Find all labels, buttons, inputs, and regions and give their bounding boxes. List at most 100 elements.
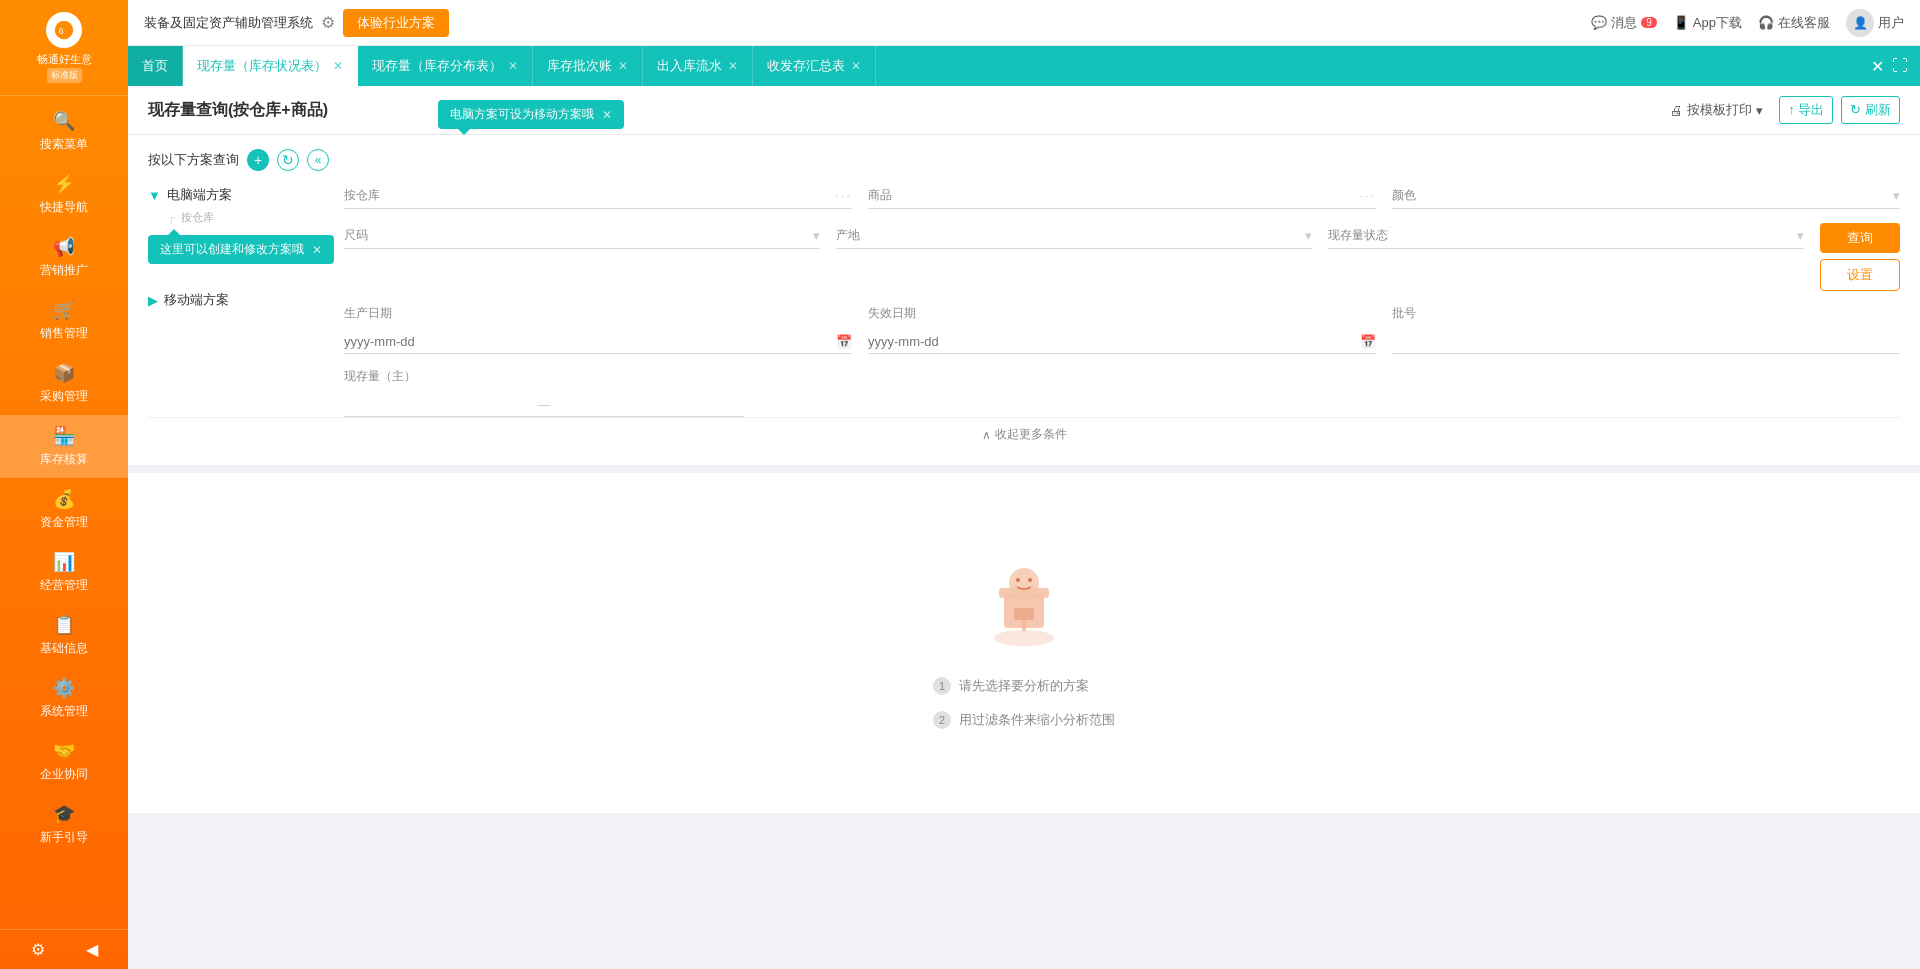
origin-dropdown-icon[interactable]: ▾ — [1305, 228, 1312, 243]
origin-input-row: 产地 ▾ — [836, 223, 1312, 249]
username-label: 用户 — [1878, 14, 1904, 32]
tab-close-icon[interactable]: ✕ — [333, 59, 343, 73]
sidebar-bottom: ⚙ ◀ — [0, 929, 128, 969]
fullscreen-icon[interactable]: ⛶ — [1892, 57, 1908, 75]
filter-back-button[interactable]: « — [307, 149, 329, 171]
stock-main-input-row: — — [344, 393, 744, 417]
sidebar-item-label: 库存核算 — [40, 451, 88, 468]
goods-dots: ··· — [1359, 188, 1376, 203]
sidebar-item-purchase[interactable]: 📦 采购管理 — [0, 352, 128, 415]
settings-gear-icon[interactable]: ⚙ — [321, 13, 335, 32]
app-download-label: App下载 — [1693, 14, 1742, 32]
tooltip-close-icon[interactable]: ✕ — [602, 108, 612, 122]
page-header: 现存量查询(按仓库+商品) 🖨 按模板打印 ▾ ↑ 导出 ↻ 刷新 — [128, 86, 1920, 135]
tooltip2-close-icon[interactable]: ✕ — [312, 243, 322, 257]
sidebar-item-inventory[interactable]: 🏪 库存核算 — [0, 415, 128, 478]
app-download-button[interactable]: 📱 App下载 — [1673, 14, 1742, 32]
pc-scheme-label: 电脑端方案 — [167, 186, 232, 204]
expiry-date-input[interactable] — [868, 334, 1360, 349]
filter-add-button[interactable]: + — [247, 149, 269, 171]
main-area: 装备及固定资产辅助管理系统 ⚙ 体验行业方案 💬 消息 9 📱 App下载 🎧 … — [128, 0, 1920, 969]
svg-point-6 — [1016, 578, 1020, 582]
search-button[interactable]: 查询 — [1820, 223, 1900, 253]
sidebar-item-nav[interactable]: ⚡ 快捷导航 — [0, 163, 128, 226]
sidebar-item-finance[interactable]: 💰 资金管理 — [0, 478, 128, 541]
sidebar-item-sales[interactable]: 🛒 销售管理 — [0, 289, 128, 352]
sidebar-item-label: 新手引导 — [40, 829, 88, 846]
tab-inventory-status[interactable]: 现存量（库存状况表） ✕ — [183, 46, 358, 86]
batch-input[interactable] — [1392, 334, 1900, 349]
guide-icon: 🎓 — [53, 803, 75, 825]
empty-illustration — [974, 553, 1074, 653]
sidebar-item-label: 基础信息 — [40, 640, 88, 657]
size-dropdown-icon[interactable]: ▾ — [813, 228, 820, 243]
warehouse-input-row: 按仓库 ··· — [344, 183, 852, 209]
mobile-scheme-item[interactable]: ┌ 按仓库 — [148, 207, 328, 228]
svg-point-5 — [1009, 568, 1039, 598]
sidebar-item-operations[interactable]: 📊 经营管理 — [0, 541, 128, 604]
sidebar-item-system[interactable]: ⚙️ 系统管理 — [0, 667, 128, 730]
expiry-date-label: 失效日期 — [868, 305, 1376, 322]
tab-close-icon[interactable]: ✕ — [728, 59, 738, 73]
batch-field: 批号 — [1392, 305, 1900, 354]
stock-main-to-input[interactable] — [564, 397, 744, 412]
warehouse-dots: ··· — [835, 188, 852, 203]
reset-button[interactable]: 设置 — [1820, 259, 1900, 291]
phone-icon: 📱 — [1673, 15, 1689, 30]
settings-icon[interactable]: ⚙ — [31, 940, 45, 959]
export-label: 导出 — [1798, 102, 1824, 117]
sidebar-item-label: 系统管理 — [40, 703, 88, 720]
sidebar-item-guide[interactable]: 🎓 新手引导 — [0, 793, 128, 856]
warehouse-label-small: 按仓库 — [181, 210, 214, 225]
system-title: 装备及固定资产辅助管理系统 — [144, 14, 313, 32]
tab-close-icon[interactable]: ✕ — [618, 59, 628, 73]
solution-button[interactable]: 体验行业方案 — [343, 9, 449, 37]
sidebar-item-label: 企业协同 — [40, 766, 88, 783]
mobile-scheme-group[interactable]: ▶ 移动端方案 — [148, 288, 328, 312]
stock-main-label: 现存量（主） — [344, 368, 744, 385]
production-date-input[interactable] — [344, 334, 836, 349]
empty-step-2: 2 用过滤条件来缩小分析范围 — [933, 707, 1115, 733]
app-name: 畅通好生意 — [37, 52, 92, 66]
stock-main-from-input[interactable] — [344, 397, 524, 412]
empty-state: 1 请先选择要分析的方案 2 用过滤条件来缩小分析范围 — [128, 473, 1920, 813]
tab-inout-flow[interactable]: 出入库流水 ✕ — [643, 46, 753, 86]
sidebar-item-search[interactable]: 🔍 搜索菜单 — [0, 100, 128, 163]
collapse-bar[interactable]: ∧ 收起更多条件 — [148, 417, 1900, 451]
logo-icon: 6 — [46, 12, 82, 48]
collapse-icon[interactable]: ◀ — [86, 940, 98, 959]
message-button[interactable]: 💬 消息 9 — [1591, 14, 1657, 32]
pc-scheme-item[interactable]: ▼ 电脑端方案 — [148, 183, 328, 207]
filter-refresh-button[interactable]: ↻ — [277, 149, 299, 171]
tab-batch[interactable]: 库存批次账 ✕ — [533, 46, 643, 86]
enterprise-icon: 🤝 — [53, 740, 75, 762]
sidebar-item-enterprise[interactable]: 🤝 企业协同 — [0, 730, 128, 793]
filter-row-3: 生产日期 📅 失效日期 📅 — [344, 305, 1900, 354]
sales-icon: 🛒 — [53, 299, 75, 321]
export-button[interactable]: ↑ 导出 — [1779, 96, 1833, 124]
stock-status-dropdown-icon[interactable]: ▾ — [1797, 228, 1804, 243]
size-field: 尺码 ▾ — [344, 223, 820, 291]
sidebar-item-basic[interactable]: 📋 基础信息 — [0, 604, 128, 667]
tab-summary[interactable]: 收发存汇总表 ✕ — [753, 46, 876, 86]
tab-home[interactable]: 首页 — [128, 46, 183, 86]
search-buttons: 查询 设置 — [1820, 223, 1900, 291]
color-dropdown-icon[interactable]: ▾ — [1893, 188, 1900, 203]
printer-icon: 🖨 — [1670, 103, 1683, 118]
tab-close-icon[interactable]: ✕ — [851, 59, 861, 73]
calendar-icon[interactable]: 📅 — [836, 334, 852, 349]
online-support-button[interactable]: 🎧 在线客服 — [1758, 14, 1830, 32]
tab-inventory-distribution[interactable]: 现存量（库存分布表） ✕ — [358, 46, 533, 86]
calendar2-icon[interactable]: 📅 — [1360, 334, 1376, 349]
tab-close-icon[interactable]: ✕ — [508, 59, 518, 73]
origin-field: 产地 ▾ — [836, 223, 1312, 291]
close-all-tabs-icon[interactable]: ✕ — [1871, 57, 1884, 76]
user-area[interactable]: 👤 用户 — [1846, 9, 1904, 37]
marketing-icon: 📢 — [53, 236, 75, 258]
message-icon: 💬 — [1591, 15, 1607, 30]
stock-status-input-row: 现存量状态 ▾ — [1328, 223, 1804, 249]
sidebar-item-marketing[interactable]: 📢 营销推广 — [0, 226, 128, 289]
refresh-button[interactable]: ↻ 刷新 — [1841, 96, 1900, 124]
tooltip-text: 电脑方案可设为移动方案哦 — [450, 106, 594, 123]
print-button[interactable]: 🖨 按模板打印 ▾ — [1662, 97, 1771, 123]
